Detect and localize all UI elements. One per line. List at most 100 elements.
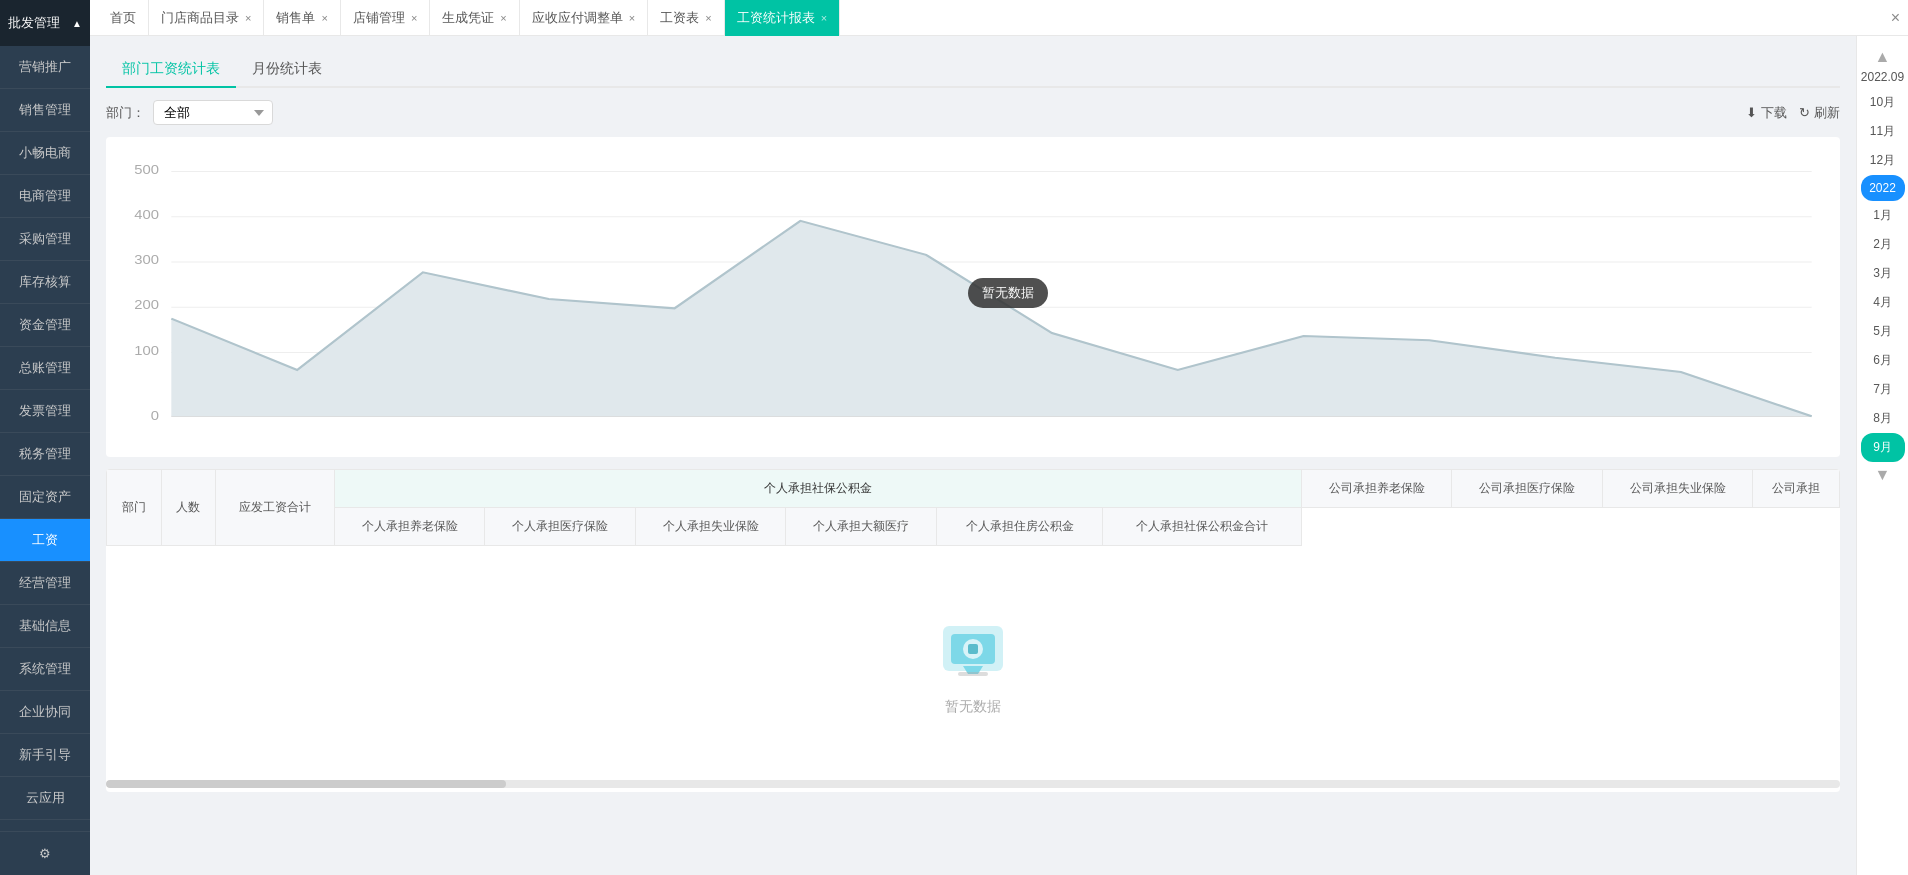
col-company-unemployment: 公司承担失业保险: [1602, 470, 1753, 508]
sidebar-item-云应用[interactable]: 云应用: [0, 777, 90, 820]
sidebar-items-list: 营销推广销售管理小畅电商电商管理采购管理库存核算资金管理总账管理发票管理税务管理…: [0, 46, 90, 820]
sidebar-footer-settings[interactable]: ⚙: [0, 831, 90, 875]
year-display: 2022.09: [1861, 70, 1904, 84]
sidebar-item-营销推广[interactable]: 营销推广: [0, 46, 90, 89]
empty-text: 暂无数据: [945, 698, 1001, 716]
sidebar-item-总账管理[interactable]: 总账管理: [0, 347, 90, 390]
main-area: 首页门店商品目录×销售单×店铺管理×生成凭证×应收应付调整单×工资表×工资统计报…: [90, 0, 1908, 875]
svg-text:500: 500: [134, 163, 159, 177]
sidebar-item-税务管理[interactable]: 税务管理: [0, 433, 90, 476]
tab-店铺管理[interactable]: 店铺管理×: [341, 0, 430, 36]
close-all-tabs-button[interactable]: ×: [1891, 9, 1900, 27]
col-headcount: 人数: [161, 470, 216, 546]
download-label: 下载: [1761, 104, 1787, 122]
month-item-3月[interactable]: 3月: [1861, 259, 1905, 288]
sidebar-item-经营管理[interactable]: 经营管理: [0, 562, 90, 605]
col-dept: 部门: [107, 470, 162, 546]
col-company-medical: 公司承担医疗保险: [1452, 470, 1603, 508]
dept-label: 部门：: [106, 104, 145, 122]
month-item-10月[interactable]: 10月: [1861, 88, 1905, 117]
svg-text:100: 100: [134, 344, 159, 358]
sidebar-item-发票管理[interactable]: 发票管理: [0, 390, 90, 433]
svg-text:0: 0: [151, 410, 160, 424]
toolbar: 部门： 全部 ⬇ 下载 ↻ 刷新: [106, 100, 1840, 125]
month-item-6月[interactable]: 6月: [1861, 346, 1905, 375]
svg-text:300: 300: [134, 253, 159, 267]
sidebar-item-库存核算[interactable]: 库存核算: [0, 261, 90, 304]
nav-up-arrow[interactable]: ▲: [1871, 44, 1895, 70]
col-personal-housing: 个人承担住房公积金: [936, 508, 1103, 546]
sub-tab-dept[interactable]: 部门工资统计表: [106, 52, 236, 88]
sidebar-item-固定资产[interactable]: 固定资产: [0, 476, 90, 519]
svg-marker-12: [171, 221, 1811, 416]
sidebar-item-采购管理[interactable]: 采购管理: [0, 218, 90, 261]
sidebar-item-新手引导[interactable]: 新手引导: [0, 734, 90, 777]
toolbar-left: 部门： 全部: [106, 100, 273, 125]
tab-门店商品目录[interactable]: 门店商品目录×: [149, 0, 264, 36]
tab-list: 首页门店商品目录×销售单×店铺管理×生成凭证×应收应付调整单×工资表×工资统计报…: [98, 0, 840, 36]
month-item-11月[interactable]: 11月: [1861, 117, 1905, 146]
table-scrollbar[interactable]: [106, 780, 1840, 788]
page-content: 部门工资统计表 月份统计表 部门： 全部 ⬇ 下载 ↻: [90, 36, 1856, 875]
svg-rect-18: [958, 672, 988, 676]
svg-text:200: 200: [134, 298, 159, 312]
tab-工资统计报表[interactable]: 工资统计报表×: [725, 0, 840, 36]
col-personal-pension: 个人承担养老保险: [334, 508, 485, 546]
month-item-8月[interactable]: 8月: [1861, 404, 1905, 433]
sidebar-item-销售管理[interactable]: 销售管理: [0, 89, 90, 132]
sidebar-item-电商管理[interactable]: 电商管理: [0, 175, 90, 218]
tab-工资表[interactable]: 工资表×: [648, 0, 724, 36]
col-personal-medical: 个人承担医疗保险: [485, 508, 636, 546]
col-personal-total: 个人承担社保公积金合计: [1103, 508, 1301, 546]
table-scrollbar-thumb[interactable]: [106, 780, 506, 788]
dept-select[interactable]: 全部: [153, 100, 273, 125]
sub-tabs: 部门工资统计表 月份统计表: [106, 52, 1840, 88]
tab-close-生成凭证[interactable]: ×: [500, 12, 506, 24]
sidebar-item-工资[interactable]: 工资: [0, 519, 90, 562]
col-company-pension: 公司承担养老保险: [1301, 470, 1452, 508]
empty-state: 暂无数据: [106, 546, 1840, 776]
month-item-2月[interactable]: 2月: [1861, 230, 1905, 259]
right-panel: ▲ 2022.09 10月11月12月20221月2月3月4月5月6月7月8月9…: [1856, 36, 1908, 875]
tab-销售单[interactable]: 销售单×: [264, 0, 340, 36]
sidebar-header[interactable]: 批发管理 ▲: [0, 0, 90, 46]
table-container: 部门 人数 应发工资合计 个人承担社保公积金 公司承担养老保险 公司承担医疗保险…: [106, 469, 1840, 792]
chart-svg: 500 400 300 200 100 0: [122, 153, 1824, 441]
month-item-5月[interactable]: 5月: [1861, 317, 1905, 346]
sidebar-item-系统管理[interactable]: 系统管理: [0, 648, 90, 691]
tab-close-工资统计报表[interactable]: ×: [821, 12, 827, 24]
refresh-icon: ↻: [1799, 105, 1810, 120]
sidebar-item-基础信息[interactable]: 基础信息: [0, 605, 90, 648]
month-item-2022[interactable]: 2022: [1861, 175, 1905, 201]
month-item-9月[interactable]: 9月: [1861, 433, 1905, 462]
sidebar-item-企业协同[interactable]: 企业协同: [0, 691, 90, 734]
tab-close-应收应付调整单[interactable]: ×: [629, 12, 635, 24]
data-table: 部门 人数 应发工资合计 个人承担社保公积金 公司承担养老保险 公司承担医疗保险…: [106, 469, 1840, 546]
tab-生成凭证[interactable]: 生成凭证×: [430, 0, 519, 36]
sidebar-item-资金管理[interactable]: 资金管理: [0, 304, 90, 347]
tab-close-销售单[interactable]: ×: [321, 12, 327, 24]
col-personal-major-medical: 个人承担大额医疗: [786, 508, 937, 546]
month-item-4月[interactable]: 4月: [1861, 288, 1905, 317]
sub-tab-month[interactable]: 月份统计表: [236, 52, 338, 88]
tab-应收应付调整单[interactable]: 应收应付调整单×: [520, 0, 648, 36]
tab-close-工资表[interactable]: ×: [705, 12, 711, 24]
sidebar-title: 批发管理: [8, 14, 60, 32]
month-item-1月[interactable]: 1月: [1861, 201, 1905, 230]
refresh-button[interactable]: ↻ 刷新: [1799, 104, 1840, 122]
download-icon: ⬇: [1746, 105, 1757, 120]
nav-down-arrow[interactable]: ▼: [1871, 462, 1895, 488]
col-group-personal: 个人承担社保公积金: [334, 470, 1301, 508]
month-item-7月[interactable]: 7月: [1861, 375, 1905, 404]
month-item-12月[interactable]: 12月: [1861, 146, 1905, 175]
sidebar-item-小畅电商[interactable]: 小畅电商: [0, 132, 90, 175]
tab-actions: ×: [1891, 9, 1900, 27]
tab-close-店铺管理[interactable]: ×: [411, 12, 417, 24]
toolbar-right: ⬇ 下载 ↻ 刷新: [1746, 104, 1840, 122]
tab-close-门店商品目录[interactable]: ×: [245, 12, 251, 24]
content-area: 部门工资统计表 月份统计表 部门： 全部 ⬇ 下载 ↻: [90, 36, 1908, 875]
download-button[interactable]: ⬇ 下载: [1746, 104, 1787, 122]
sidebar: 批发管理 ▲ 营销推广销售管理小畅电商电商管理采购管理库存核算资金管理总账管理发…: [0, 0, 90, 875]
sidebar-arrow-icon: ▲: [72, 18, 82, 29]
tab-首页[interactable]: 首页: [98, 0, 149, 36]
